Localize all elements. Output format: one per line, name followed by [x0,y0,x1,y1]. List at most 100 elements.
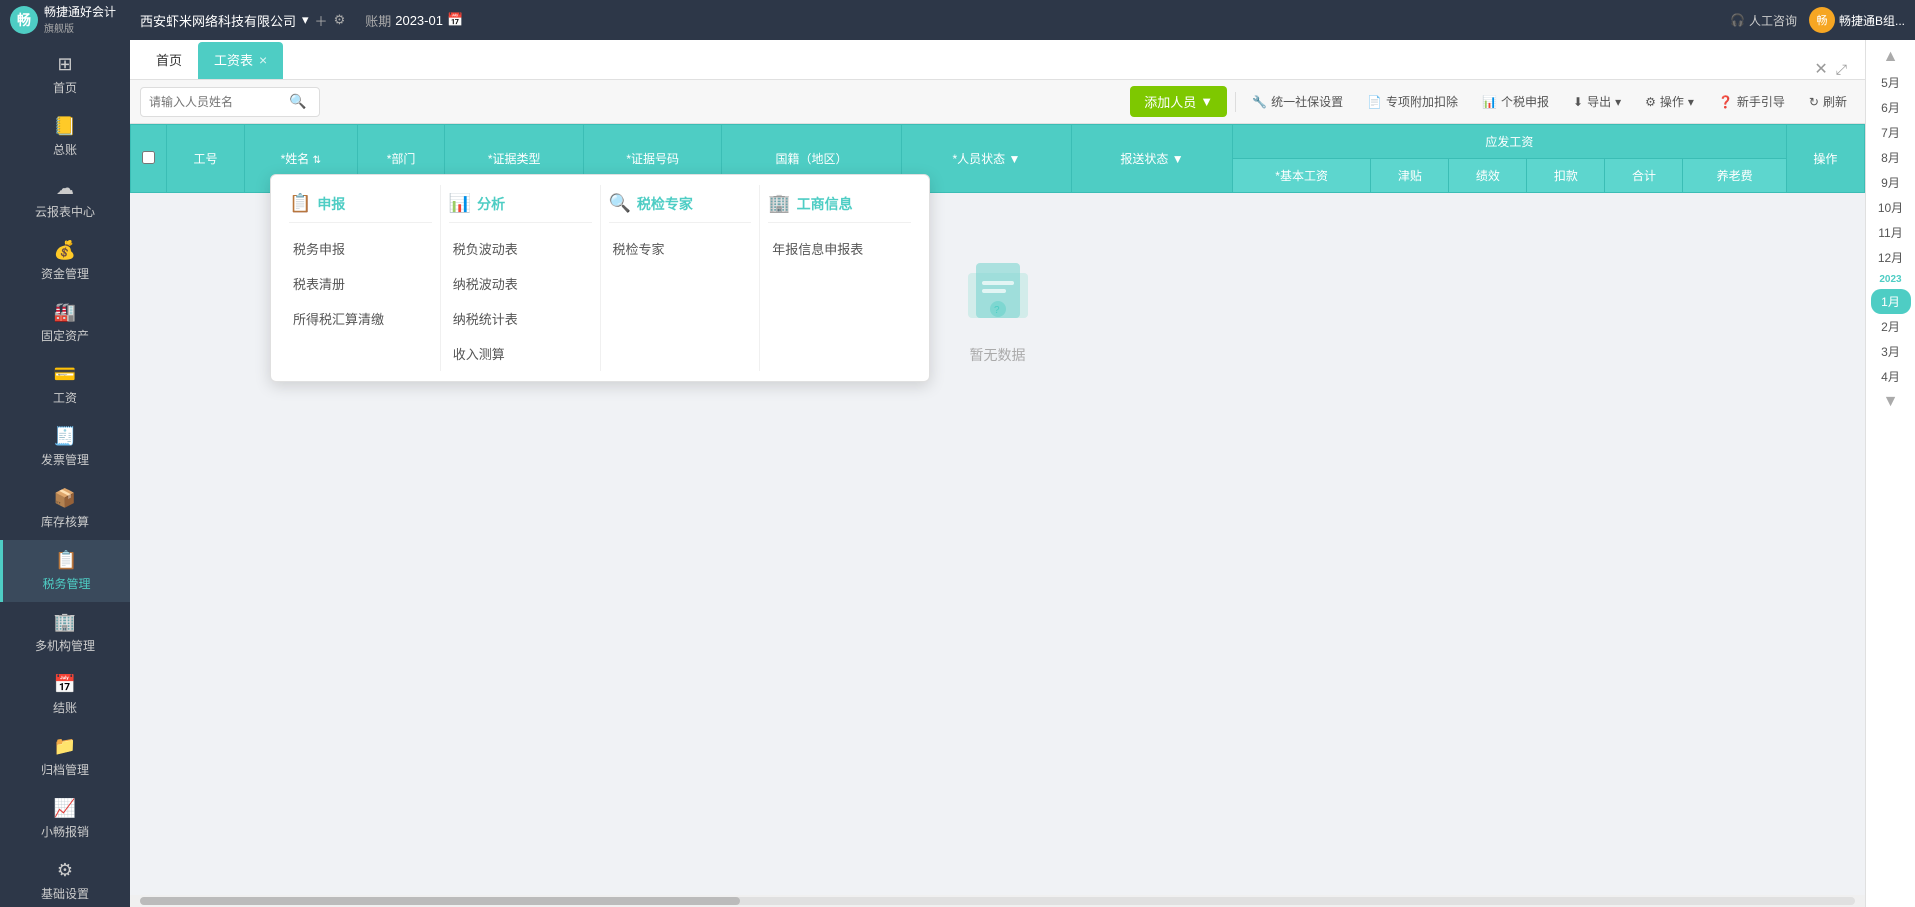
social-insurance-button[interactable]: 🔧 统一社保设置 [1244,89,1351,114]
sidebar-item-home[interactable]: ⊞ 首页 [0,44,130,106]
sidebar-item-close[interactable]: 📅 结账 [0,664,130,726]
month-2[interactable]: 2月 [1871,314,1911,339]
tab-home[interactable]: 首页 [140,42,198,79]
month-1-active[interactable]: 1月 [1871,289,1911,314]
dropdown-col-analysis: 📊 分析 税负波动表 纳税波动表 纳税统计表 收入测算 [441,185,601,371]
sidebar-label-archive: 归档管理 [41,761,89,778]
sidebar-label-inventory: 库存核算 [41,513,89,530]
sidebar-item-fund[interactable]: 💰 资金管理 [0,230,130,292]
refresh-button[interactable]: ↻ 刷新 [1801,89,1855,114]
social-icon: 🔧 [1252,95,1267,109]
search-input-wrap[interactable]: 🔍 [140,87,320,117]
close-icon: × [259,52,267,68]
right-panel-up[interactable]: ▲ [1879,44,1903,70]
sidebar-item-inventory[interactable]: 📦 库存核算 [0,478,130,540]
scroll-thumb[interactable] [140,897,740,905]
headset-icon: 🎧 [1730,13,1745,27]
dropdown-item-tax-expert[interactable]: 税检专家 [609,231,752,266]
sidebar-label-salary: 工资 [53,389,77,406]
scroll-track[interactable] [140,897,1855,905]
period-selector[interactable]: 账期 2023-01 📅 [365,11,463,30]
month-3[interactable]: 3月 [1871,339,1911,364]
month-6[interactable]: 6月 [1871,95,1911,120]
ledger-icon: 📒 [54,116,76,137]
new-guide-button[interactable]: ❓ 新手引导 [1710,89,1793,114]
refresh-icon: ↻ [1809,95,1819,109]
sidebar-item-cloud-report[interactable]: ☁ 云报表中心 [0,168,130,230]
sidebar-label-general-ledger: 总账 [53,141,77,158]
export-button[interactable]: ⬇ 导出 ▾ [1565,89,1629,114]
operation-button[interactable]: ⚙ 操作 ▾ [1637,89,1702,114]
header-salary-group: 应发工资 [1232,125,1786,159]
month-7[interactable]: 7月 [1871,120,1911,145]
settings-icon[interactable]: ⚙ [334,12,346,28]
sidebar-item-tax[interactable]: 📋 税务管理 [0,540,130,602]
sidebar-item-invoice[interactable]: 🧾 发票管理 [0,416,130,478]
month-4[interactable]: 4月 [1871,364,1911,389]
personal-tax-label: 个税申报 [1501,93,1549,110]
sidebar-label-cloud-report: 云报表中心 [35,203,95,220]
tab-bar-restore-icon[interactable]: ⤢ [1836,61,1847,78]
select-all-checkbox[interactable] [142,151,155,164]
month-11[interactable]: 11月 [1871,220,1911,245]
inventory-icon: 📦 [54,488,76,509]
personal-tax-button[interactable]: 📊 个税申报 [1474,89,1557,114]
operation-dropdown-icon[interactable]: ▾ [1688,95,1694,109]
add-company-icon[interactable]: ＋ [315,11,328,30]
month-10[interactable]: 10月 [1871,195,1911,220]
month-9[interactable]: 9月 [1871,170,1911,195]
company-selector[interactable]: 西安虾米网络科技有限公司 ▾ ＋ ⚙ [140,11,345,30]
sidebar-item-archive[interactable]: 📁 归档管理 [0,726,130,788]
help-button[interactable]: 🎧 人工咨询 [1730,12,1797,29]
add-dropdown-arrow[interactable]: ▼ [1200,94,1213,109]
dropdown-header-tax-expert: 🔍 税检专家 [609,185,752,223]
tab-close-button[interactable]: × [259,52,267,68]
sidebar-item-general-ledger[interactable]: 📒 总账 [0,106,130,168]
content-area: 首页 工资表 × ✕ ⤢ 🔍 添加人员 ▼ [130,40,1865,907]
header-checkbox-col [131,125,167,193]
sidebar-label-invoice: 发票管理 [41,451,89,468]
user-name: 畅捷通B组... [1839,12,1905,29]
dropdown-item-tax-burden[interactable]: 税负波动表 [449,231,592,266]
analysis-title: 分析 [477,194,505,214]
search-input[interactable] [149,95,289,109]
dropdown-item-tax-table[interactable]: 税表清册 [289,266,432,301]
month-5[interactable]: 5月 [1871,70,1911,95]
year-label: 2023 [1871,270,1911,289]
tab-bar: 首页 工资表 × ✕ ⤢ [130,40,1865,80]
dropdown-item-annual-report[interactable]: 年报信息申报表 [768,231,911,266]
dropdown-item-income-calc[interactable]: 收入测算 [449,336,592,371]
business-title: 工商信息 [797,194,853,214]
sidebar-label-sales: 小畅报销 [41,823,89,840]
right-panel-down[interactable]: ▼ [1879,389,1903,415]
salary-icon: 💳 [54,364,76,385]
dropdown-item-tax-stats[interactable]: 纳税统计表 [449,301,592,336]
header-base-salary: *基本工资 [1232,159,1370,193]
sidebar-item-sales[interactable]: 📈 小畅报销 [0,788,130,850]
guide-toolbar-icon: ❓ [1718,95,1733,109]
bottom-scrollbar[interactable] [130,895,1865,907]
sidebar-item-fixed-assets[interactable]: 🏭 固定资产 [0,292,130,354]
export-dropdown-icon[interactable]: ▾ [1615,95,1621,109]
empty-text: 暂无数据 [970,345,1026,365]
sidebar-item-multi-org[interactable]: 🏢 多机构管理 [0,602,130,664]
user-menu[interactable]: 畅 畅捷通B组... [1809,7,1905,33]
dropdown-item-tax-payment[interactable]: 纳税波动表 [449,266,592,301]
company-dropdown-icon[interactable]: ▾ [302,12,309,28]
dropdown-item-income-tax[interactable]: 所得税汇算清缴 [289,301,432,336]
business-header-icon: 🏢 [768,193,790,214]
month-8[interactable]: 8月 [1871,145,1911,170]
dropdown-item-tax-declaration[interactable]: 税务申报 [289,231,432,266]
special-deduction-button[interactable]: 📄 专项附加扣除 [1359,89,1466,114]
header-pension: 养老费 [1683,159,1786,193]
archive-icon: 📁 [54,736,76,757]
deduction-label: 专项附加扣除 [1386,93,1458,110]
tab-salary[interactable]: 工资表 × [198,42,283,79]
sidebar-item-basic-settings[interactable]: ⚙ 基础设置 [0,850,130,907]
add-person-button[interactable]: 添加人员 ▼ [1130,86,1227,117]
month-12[interactable]: 12月 [1871,245,1911,270]
calendar-icon[interactable]: 📅 [447,12,463,28]
tab-bar-close-icon[interactable]: ✕ [1814,59,1827,79]
app-name: 畅捷通好会计 [44,5,116,19]
sidebar-item-salary[interactable]: 💳 工资 [0,354,130,416]
